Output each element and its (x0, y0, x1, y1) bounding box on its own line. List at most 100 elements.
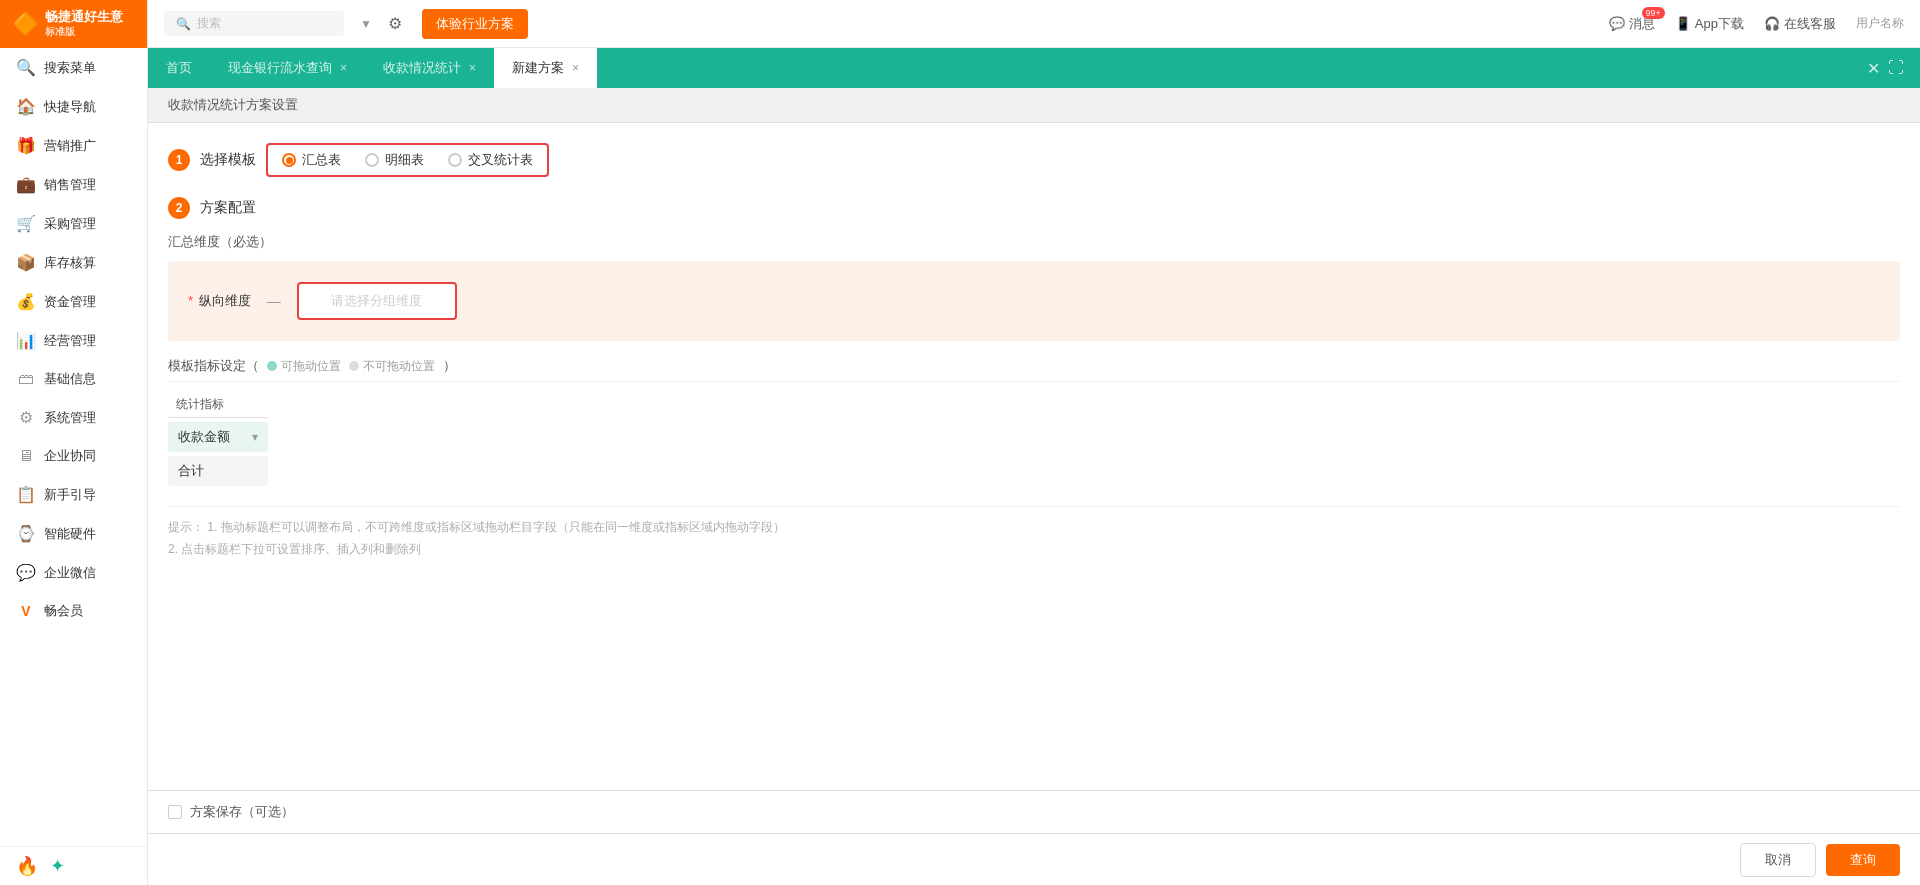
tab-new-plan-label: 新建方案 (512, 59, 564, 77)
user-name: 用户名称 (1856, 15, 1904, 32)
sidebar-item-search-menu[interactable]: 🔍 搜索菜单 (0, 48, 147, 87)
tab-new-plan[interactable]: 新建方案 × (494, 48, 597, 88)
sidebar-item-smart-hw[interactable]: ⌚ 智能硬件 (0, 514, 147, 553)
app-download-link[interactable]: 📱 App下载 (1675, 15, 1744, 33)
legend-fixed-label: 不可拖动位置 (363, 358, 435, 375)
topbar-right: 💬 消息 99+ 📱 App下载 🎧 在线客服 用户名称 (1609, 15, 1904, 33)
metrics-grid: 统计指标 收款金额 ▾ 合计 (168, 392, 1900, 486)
dim-arrow: — (267, 293, 281, 309)
search-icon: 🔍 (176, 17, 191, 31)
sidebar-item-label: 营销推广 (44, 137, 96, 155)
radio-detail-label: 明细表 (385, 151, 424, 169)
sidebar-item-label: 智能硬件 (44, 525, 96, 543)
notification-badge: 99+ (1642, 7, 1665, 19)
sidebar-item-membership[interactable]: V 畅会员 (0, 592, 147, 630)
newbie-icon: 📋 (16, 485, 36, 504)
base-info-icon: 🗃 (16, 370, 36, 388)
save-checkbox[interactable] (168, 805, 182, 819)
settings-icon[interactable]: ⚙ (388, 14, 402, 33)
radio-detail-circle (365, 153, 379, 167)
vertical-dim-label: * 纵向维度 (188, 292, 251, 310)
metrics-title-end: ） (443, 357, 456, 375)
radio-summary[interactable]: 汇总表 (282, 151, 341, 169)
main-area: 🔍 搜索 ▼ ⚙ 体验行业方案 💬 消息 99+ 📱 App下载 🎧 在线客服 … (148, 0, 1920, 885)
sidebar-item-quick-nav[interactable]: 🏠 快捷导航 (0, 87, 147, 126)
sidebar-item-label: 企业微信 (44, 564, 96, 582)
step2-header: 2 方案配置 (168, 197, 1900, 219)
legend-movable-label: 可拖动位置 (281, 358, 341, 375)
notification-button[interactable]: 💬 消息 99+ (1609, 15, 1655, 33)
search-text: 搜索 (197, 15, 221, 32)
tip-line-1-text: 提示： 1. 拖动标题栏可以调整布局，不可跨维度或指标区域拖动栏目字段（只能在同… (168, 517, 785, 539)
sidebar-logo: 🔶 畅捷通好生意 标准版 (0, 0, 147, 48)
sidebar-item-label: 基础信息 (44, 370, 96, 388)
breadcrumb-text: 收款情况统计方案设置 (168, 97, 298, 112)
tab-close-all-icon[interactable]: ✕ (1867, 59, 1880, 78)
sidebar-item-label: 新手引导 (44, 486, 96, 504)
tabbar-actions: ✕ ⛶ (1867, 59, 1920, 78)
sidebar-item-marketing[interactable]: 🎁 营销推广 (0, 126, 147, 165)
logo-name: 畅捷通好生意 (45, 9, 123, 25)
query-button[interactable]: 查询 (1826, 844, 1900, 876)
save-label: 方案保存（可选） (190, 803, 294, 821)
dimension-section-title: 汇总维度（必选） (168, 233, 1900, 251)
dim-placeholder-select[interactable]: 请选择分组维度 (297, 282, 457, 320)
footer-bar: 取消 查询 (148, 833, 1920, 885)
tab-collection-stats[interactable]: 收款情况统计 × (365, 48, 494, 88)
tab-collection-stats-close[interactable]: × (469, 61, 476, 75)
online-service-link[interactable]: 🎧 在线客服 (1764, 15, 1836, 33)
sidebar-bottom: 🔥 ✦ (0, 846, 147, 885)
tab-home[interactable]: 首页 (148, 48, 210, 88)
sidebar-item-newbie[interactable]: 📋 新手引导 (0, 475, 147, 514)
tab-bank-flow-label: 现金银行流水查询 (228, 59, 332, 77)
metrics-tag-collection-amount[interactable]: 收款金额 ▾ (168, 422, 268, 452)
page-breadcrumb: 收款情况统计方案设置 (148, 88, 1920, 123)
tab-expand-icon[interactable]: ⛶ (1888, 59, 1904, 77)
sidebar-item-corp-collab[interactable]: 🖥 企业协同 (0, 437, 147, 475)
purchase-icon: 🛒 (16, 214, 36, 233)
sidebar-item-label: 销售管理 (44, 176, 96, 194)
quick-nav-icon: 🏠 (16, 97, 36, 116)
sidebar-bottom-icon1: 🔥 (16, 855, 38, 877)
metrics-tag-dropdown-icon[interactable]: ▾ (252, 430, 258, 444)
metrics-subtag-total: 合计 (168, 456, 268, 486)
service-icon: 🎧 (1764, 16, 1780, 31)
tab-new-plan-close[interactable]: × (572, 61, 579, 75)
movable-dot (267, 361, 277, 371)
metrics-col-title: 统计指标 (168, 392, 268, 418)
logo-icon: 🔶 (12, 11, 39, 37)
tips-area: 提示： 1. 拖动标题栏可以调整布局，不可跨维度或指标区域拖动栏目字段（只能在同… (168, 506, 1900, 570)
radio-cross-label: 交叉统计表 (468, 151, 533, 169)
sidebar-item-operations[interactable]: 📊 经营管理 (0, 321, 147, 360)
sidebar-item-corp-wechat[interactable]: 💬 企业微信 (0, 553, 147, 592)
sidebar-item-system[interactable]: ⚙ 系统管理 (0, 398, 147, 437)
operations-icon: 📊 (16, 331, 36, 350)
tab-bank-flow-close[interactable]: × (340, 61, 347, 75)
topbar-search[interactable]: 🔍 搜索 (164, 11, 344, 36)
sidebar-item-sales[interactable]: 💼 销售管理 (0, 165, 147, 204)
topbar-expand-arrow[interactable]: ▼ (360, 17, 372, 31)
tip-line-2: 2. 点击标题栏下拉可设置排序、插入列和删除列 (168, 539, 1900, 561)
radio-detail[interactable]: 明细表 (365, 151, 424, 169)
radio-summary-circle (282, 153, 296, 167)
sidebar-item-inventory[interactable]: 📦 库存核算 (0, 243, 147, 282)
legend-fixed: 不可拖动位置 (349, 358, 435, 375)
sidebar-item-base-info[interactable]: 🗃 基础信息 (0, 360, 147, 398)
corp-wechat-icon: 💬 (16, 563, 36, 582)
sidebar-item-label: 搜索菜单 (44, 59, 96, 77)
sidebar-item-label: 库存核算 (44, 254, 96, 272)
radio-cross[interactable]: 交叉统计表 (448, 151, 533, 169)
sidebar-item-label: 快捷导航 (44, 98, 96, 116)
sidebar-item-finance[interactable]: 💰 资金管理 (0, 282, 147, 321)
vertical-dim-row: * 纵向维度 — 请选择分组维度 (188, 282, 457, 320)
marketing-icon: 🎁 (16, 136, 36, 155)
tab-bank-flow[interactable]: 现金银行流水查询 × (210, 48, 365, 88)
dimension-config-section: 汇总维度（必选） * 纵向维度 — 请选择分组维度 (168, 233, 1900, 341)
template-selection: 汇总表 明细表 交叉统计表 (266, 143, 549, 177)
tabbar: 首页 现金银行流水查询 × 收款情况统计 × 新建方案 × ✕ ⛶ (148, 48, 1920, 88)
sidebar-item-purchase[interactable]: 🛒 采购管理 (0, 204, 147, 243)
sidebar-item-label: 资金管理 (44, 293, 96, 311)
cancel-button[interactable]: 取消 (1740, 843, 1816, 877)
radio-cross-circle (448, 153, 462, 167)
industry-solution-button[interactable]: 体验行业方案 (422, 9, 528, 39)
